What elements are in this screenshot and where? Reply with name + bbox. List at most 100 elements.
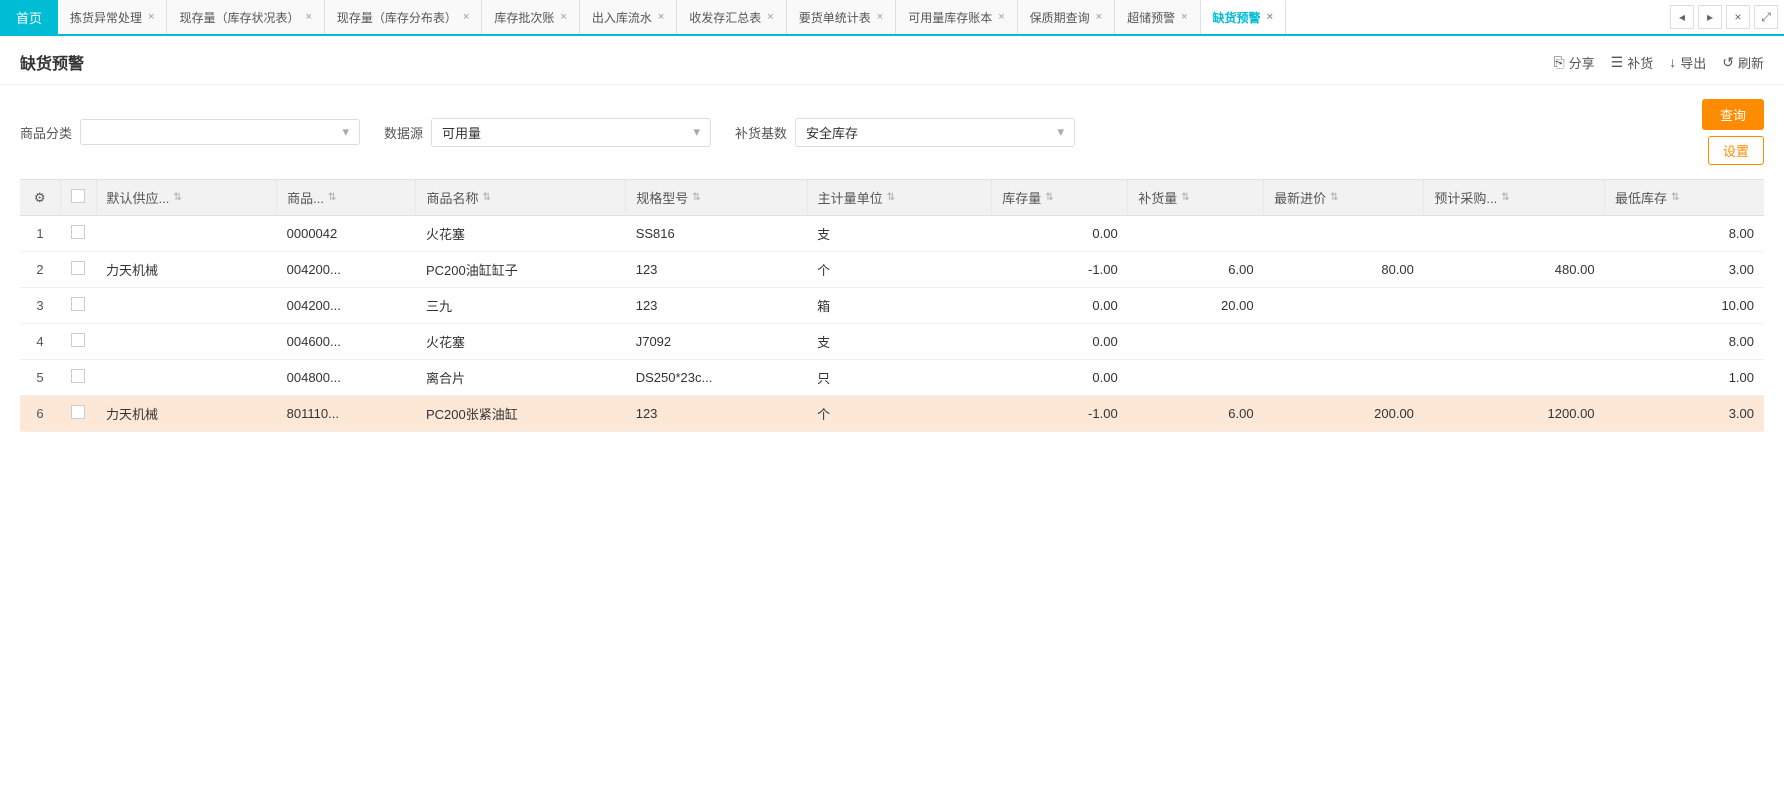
- cell-index-0: 1: [20, 216, 60, 252]
- cell-name-1: PC200油缸缸子: [416, 252, 626, 288]
- tab-label-tab3: 现存量（库存分布表）: [337, 9, 457, 26]
- cell-minstock-3: 8.00: [1605, 324, 1764, 360]
- filter-bar: 商品分类 ▾ 数据源 可用量 ▾ 补货基数 安全库存 ▾ 查询 设置: [0, 85, 1784, 179]
- cell-name-5: PC200张紧油缸: [416, 396, 626, 432]
- cell-minstock-4: 1.00: [1605, 360, 1764, 396]
- cell-unit-3: 支: [807, 324, 992, 360]
- tab-close-tab7[interactable]: ×: [877, 11, 883, 23]
- nav-tab-tab11[interactable]: 缺货预警×: [1201, 1, 1286, 34]
- home-tab[interactable]: 首页: [0, 0, 58, 34]
- tab-label-tab10: 超储预警: [1127, 9, 1175, 26]
- cell-forecast-2: [1424, 288, 1605, 324]
- cell-check-2[interactable]: [60, 288, 96, 324]
- cell-check-0[interactable]: [60, 216, 96, 252]
- nav-tab-tab3[interactable]: 现存量（库存分布表） ×: [325, 0, 482, 34]
- nav-tab-tab6[interactable]: 收发存汇总表×: [677, 0, 786, 34]
- replenish-button[interactable]: ☰ 补货: [1611, 53, 1654, 72]
- cell-replenish-3: [1128, 324, 1264, 360]
- cell-replenish-0: [1128, 216, 1264, 252]
- cell-spec-5: 123: [626, 396, 807, 432]
- tab-close-tab5[interactable]: ×: [658, 11, 664, 23]
- nav-tab-tab7[interactable]: 要货单统计表×: [787, 0, 896, 34]
- tab-close-tab2[interactable]: ×: [305, 11, 311, 23]
- tab-close-tab8[interactable]: ×: [998, 11, 1004, 23]
- cell-forecast-5: 1200.00: [1424, 396, 1605, 432]
- tab-label-tab2: 现存量（库存状况表）: [179, 9, 299, 26]
- th-code-label: 商品...: [287, 188, 324, 207]
- nav-tab-tab9[interactable]: 保质期查询×: [1018, 0, 1115, 34]
- category-arrow-icon: ▾: [342, 124, 349, 140]
- nav-prev-btn[interactable]: ◂: [1670, 5, 1694, 29]
- th-name[interactable]: 商品名称 ⇅: [416, 180, 626, 216]
- th-checkbox[interactable]: [60, 180, 96, 216]
- export-button[interactable]: ↓ 导出: [1669, 53, 1706, 72]
- query-button[interactable]: 查询: [1702, 99, 1764, 130]
- row-checkbox-1[interactable]: [71, 261, 85, 275]
- nav-tab-tab10[interactable]: 超储预警 ×: [1115, 0, 1200, 34]
- th-price[interactable]: 最新进价 ⇅: [1264, 180, 1424, 216]
- th-unit[interactable]: 主计量单位 ⇅: [807, 180, 992, 216]
- row-checkbox-5[interactable]: [71, 405, 85, 419]
- category-select[interactable]: ▾: [80, 119, 360, 145]
- tab-close-tab1[interactable]: ×: [148, 11, 154, 23]
- row-checkbox-0[interactable]: [71, 225, 85, 239]
- th-minstock[interactable]: 最低库存 ⇅: [1605, 180, 1764, 216]
- nav-tab-tab2[interactable]: 现存量（库存状况表） ×: [167, 0, 324, 34]
- row-checkbox-3[interactable]: [71, 333, 85, 347]
- cell-unit-1: 个: [807, 252, 992, 288]
- cell-index-5: 6: [20, 396, 60, 432]
- table-row: 4 004600... 火花塞 J7092 支 0.00 8.00: [20, 324, 1764, 360]
- replenish-label: 补货基数: [735, 123, 787, 142]
- nav-tab-tab5[interactable]: 出入库流水×: [580, 0, 677, 34]
- tab-close-tab10[interactable]: ×: [1181, 11, 1187, 23]
- cell-stock-1: -1.00: [992, 252, 1128, 288]
- row-checkbox-4[interactable]: [71, 369, 85, 383]
- tab-close-tab4[interactable]: ×: [560, 11, 566, 23]
- cell-minstock-5: 3.00: [1605, 396, 1764, 432]
- cell-check-4[interactable]: [60, 360, 96, 396]
- cell-supplier-4: [96, 360, 277, 396]
- replenish-select[interactable]: 安全库存 ▾: [795, 118, 1075, 147]
- export-icon: ↓: [1669, 54, 1676, 70]
- tab-close-tab3[interactable]: ×: [463, 11, 469, 23]
- nav-close-btn[interactable]: ×: [1726, 5, 1750, 29]
- datasource-select[interactable]: 可用量 ▾: [431, 118, 711, 147]
- row-checkbox-2[interactable]: [71, 297, 85, 311]
- th-stock[interactable]: 库存量 ⇅: [992, 180, 1128, 216]
- refresh-label: 刷新: [1738, 53, 1764, 72]
- tab-label-tab1: 拣货异常处理: [70, 9, 142, 26]
- cell-unit-5: 个: [807, 396, 992, 432]
- filter-right-buttons: 查询 设置: [1702, 99, 1764, 165]
- th-gear[interactable]: ⚙: [20, 180, 60, 216]
- nav-expand-btn[interactable]: ⤢: [1754, 5, 1778, 29]
- cell-check-5[interactable]: [60, 396, 96, 432]
- share-button[interactable]: ⎘ 分享: [1553, 53, 1594, 72]
- cell-name-4: 离合片: [416, 360, 626, 396]
- header-checkbox[interactable]: [71, 189, 85, 203]
- tab-close-tab11[interactable]: ×: [1267, 11, 1273, 23]
- th-supplier[interactable]: 默认供应... ⇅: [96, 180, 277, 216]
- nav-tab-tab1[interactable]: 拣货异常处理 ×: [58, 0, 167, 34]
- refresh-button[interactable]: ↺ 刷新: [1722, 53, 1764, 72]
- th-code[interactable]: 商品... ⇅: [277, 180, 416, 216]
- table-body: 1 0000042 火花塞 SS816 支 0.00 8.00 2 力天机械 0…: [20, 216, 1764, 432]
- nav-tab-tab8[interactable]: 可用量库存账本×: [896, 0, 1017, 34]
- cell-spec-2: 123: [626, 288, 807, 324]
- th-replenish[interactable]: 补货量 ⇅: [1128, 180, 1264, 216]
- cell-check-1[interactable]: [60, 252, 96, 288]
- th-unit-label: 主计量单位: [818, 188, 883, 207]
- table-row: 3 004200... 三九 123 箱 0.00 20.00 10.00: [20, 288, 1764, 324]
- tab-close-tab6[interactable]: ×: [767, 11, 773, 23]
- cell-price-0: [1264, 216, 1424, 252]
- share-label: 分享: [1569, 53, 1595, 72]
- cell-check-3[interactable]: [60, 324, 96, 360]
- replenish-arrow-icon: ▾: [1058, 124, 1065, 140]
- tab-close-tab9[interactable]: ×: [1096, 11, 1102, 23]
- th-spec[interactable]: 规格型号 ⇅: [626, 180, 807, 216]
- settings-button[interactable]: 设置: [1708, 136, 1764, 165]
- table-row: 5 004800... 离合片 DS250*23c... 只 0.00 1.00: [20, 360, 1764, 396]
- th-forecast[interactable]: 预计采购... ⇅: [1424, 180, 1605, 216]
- nav-next-btn[interactable]: ▸: [1698, 5, 1722, 29]
- nav-tab-tab4[interactable]: 库存批次账×: [482, 0, 579, 34]
- table-header-row: ⚙ 默认供应... ⇅ 商品... ⇅: [20, 180, 1764, 216]
